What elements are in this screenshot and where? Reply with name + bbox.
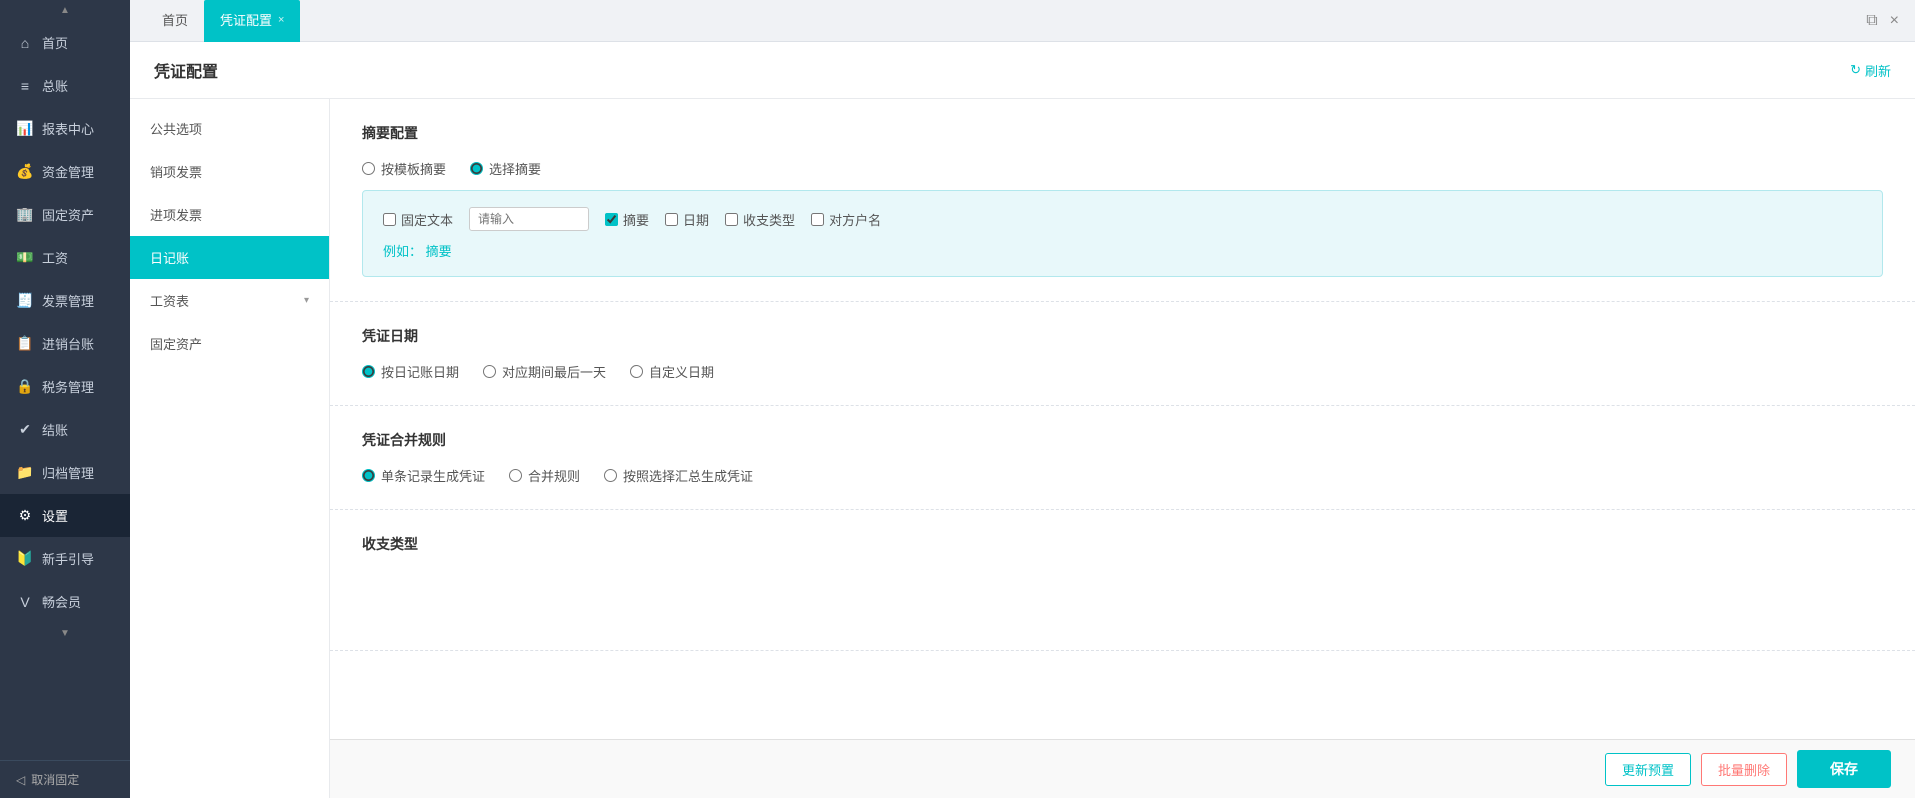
update-preview-button[interactable]: 更新预置 xyxy=(1605,753,1691,786)
tax-icon: 🔒 xyxy=(16,378,34,395)
merge-section: 凭证合并规则 单条记录生成凭证 合并规则 按照选择汇总生成凭证 xyxy=(330,406,1915,510)
funds-icon: 💰 xyxy=(16,163,34,180)
reports-icon: 📊 xyxy=(16,120,34,137)
sidebar-item-fixed-assets[interactable]: 🏢 固定资产 xyxy=(0,193,130,236)
sidebar-item-home[interactable]: ⌂ 首页 xyxy=(0,21,130,64)
checkbox-counterparty[interactable]: 对方户名 xyxy=(811,210,881,229)
sidebar-item-guide[interactable]: 🔰 新手引导 xyxy=(0,537,130,580)
sidebar-item-reports[interactable]: 📊 报表中心 xyxy=(0,107,130,150)
purchase-sales-icon: 📋 xyxy=(16,335,34,352)
income-type-section-title: 收支类型 xyxy=(362,534,1883,554)
archive-icon: 📁 xyxy=(16,464,34,481)
radio-merge-rule[interactable]: 合并规则 xyxy=(509,466,580,485)
radio-custom-date[interactable]: 自定义日期 xyxy=(630,362,714,381)
nav-item-payroll-table[interactable]: 工资表 ▾ xyxy=(130,279,329,322)
pin-icon: ◁ xyxy=(16,773,25,787)
page-header: 凭证配置 ↻ 刷新 xyxy=(130,42,1915,99)
checkbox-abstract[interactable]: 摘要 xyxy=(605,210,649,229)
cancel-pin-button[interactable]: ◁ 取消固定 xyxy=(0,760,130,798)
chevron-down-icon: ▾ xyxy=(304,295,309,306)
main-area: 首页 凭证配置 × ⧉ × 凭证配置 ↻ 刷新 公共选项 销项发票 进项 xyxy=(130,0,1915,798)
radio-select-abstract[interactable]: 选择摘要 xyxy=(470,159,541,178)
merge-radio-group: 单条记录生成凭证 合并规则 按照选择汇总生成凭证 xyxy=(362,466,1883,485)
radio-template-abstract[interactable]: 按模板摘要 xyxy=(362,159,446,178)
guide-icon: 🔰 xyxy=(16,550,34,567)
sidebar-item-tax[interactable]: 🔒 税务管理 xyxy=(0,365,130,408)
restore-button[interactable]: ⧉ xyxy=(1866,12,1877,30)
checkbox-fixed-text[interactable]: 固定文本 xyxy=(383,210,453,229)
nav-item-sales-invoice[interactable]: 销项发票 xyxy=(130,150,329,193)
page-title: 凭证配置 xyxy=(154,58,218,82)
window-controls: ⧉ × xyxy=(1866,12,1899,30)
radio-single-record[interactable]: 单条记录生成凭证 xyxy=(362,466,485,485)
sidebar-item-closing[interactable]: ✔ 结账 xyxy=(0,408,130,451)
settings-icon: ⚙ xyxy=(16,507,34,524)
invoice-mgmt-icon: 🧾 xyxy=(16,292,34,309)
sidebar-item-archive[interactable]: 📁 归档管理 xyxy=(0,451,130,494)
nav-item-fixed-assets[interactable]: 固定资产 xyxy=(130,322,329,365)
checkbox-date[interactable]: 日期 xyxy=(665,210,709,229)
sidebar-item-ledger[interactable]: ≡ 总账 xyxy=(0,64,130,107)
fixed-assets-icon: 🏢 xyxy=(16,206,34,223)
nav-item-journal[interactable]: 日记账 xyxy=(130,236,329,279)
home-icon: ⌂ xyxy=(16,35,34,51)
sidebar-scroll-down[interactable]: ▼ xyxy=(0,623,130,644)
date-section: 凭证日期 按日记账日期 对应期间最后一天 自定义日期 xyxy=(330,302,1915,406)
refresh-button[interactable]: ↻ 刷新 xyxy=(1850,61,1891,80)
sidebar-item-purchase-sales[interactable]: 📋 进销台账 xyxy=(0,322,130,365)
abstract-options-row: 固定文本 摘要 日期 收支类型 xyxy=(383,207,1862,231)
tab-home[interactable]: 首页 xyxy=(146,0,204,42)
bottom-bar: 更新预置 批量删除 保存 xyxy=(330,739,1915,798)
abstract-section: 摘要配置 按模板摘要 选择摘要 固定文本 xyxy=(330,99,1915,302)
refresh-icon: ↻ xyxy=(1850,62,1861,78)
save-button[interactable]: 保存 xyxy=(1797,750,1891,788)
radio-last-day[interactable]: 对应期间最后一天 xyxy=(483,362,606,381)
content-layout: 公共选项 销项发票 进项发票 日记账 工资表 ▾ 固定资产 摘要配置 xyxy=(130,99,1915,798)
abstract-preview: 例如： 摘要 xyxy=(383,241,1862,260)
tab-voucher-config[interactable]: 凭证配置 × xyxy=(204,0,300,42)
merge-section-title: 凭证合并规则 xyxy=(362,430,1883,450)
closing-icon: ✔ xyxy=(16,421,34,438)
close-button[interactable]: × xyxy=(1890,12,1899,30)
radio-summary[interactable]: 按照选择汇总生成凭证 xyxy=(604,466,753,485)
abstract-radio-group: 按模板摘要 选择摘要 xyxy=(362,159,1883,178)
sidebar-item-payroll[interactable]: 💵 工资 xyxy=(0,236,130,279)
abstract-section-title: 摘要配置 xyxy=(362,123,1883,143)
sidebar-item-settings[interactable]: ⚙ 设置 xyxy=(0,494,130,537)
income-type-section: 收支类型 xyxy=(330,510,1915,651)
batch-delete-button[interactable]: 批量删除 xyxy=(1701,753,1787,786)
tab-close-icon[interactable]: × xyxy=(278,14,284,26)
vip-icon: V xyxy=(16,594,34,610)
checkbox-income-type[interactable]: 收支类型 xyxy=(725,210,795,229)
date-radio-group: 按日记账日期 对应期间最后一天 自定义日期 xyxy=(362,362,1883,381)
abstract-config-box: 固定文本 摘要 日期 收支类型 xyxy=(362,190,1883,277)
sidebar-item-invoice-mgmt[interactable]: 🧾 发票管理 xyxy=(0,279,130,322)
nav-item-public[interactable]: 公共选项 xyxy=(130,107,329,150)
sidebar-scroll-up[interactable]: ▲ xyxy=(0,0,130,21)
ledger-icon: ≡ xyxy=(16,78,34,94)
payroll-icon: 💵 xyxy=(16,249,34,266)
nav-item-purchase-invoice[interactable]: 进项发票 xyxy=(130,193,329,236)
fixed-text-input[interactable] xyxy=(469,207,589,231)
tabbar: 首页 凭证配置 × ⧉ × xyxy=(130,0,1915,42)
right-content: 摘要配置 按模板摘要 选择摘要 固定文本 xyxy=(330,99,1915,798)
sidebar: ▲ ⌂ 首页 ≡ 总账 📊 报表中心 💰 资金管理 🏢 固定资产 💵 工资 🧾 … xyxy=(0,0,130,798)
radio-journal-date[interactable]: 按日记账日期 xyxy=(362,362,459,381)
sidebar-item-vip[interactable]: V 畅会员 xyxy=(0,580,130,623)
left-nav: 公共选项 销项发票 进项发票 日记账 工资表 ▾ 固定资产 xyxy=(130,99,330,798)
sidebar-item-funds[interactable]: 💰 资金管理 xyxy=(0,150,130,193)
date-section-title: 凭证日期 xyxy=(362,326,1883,346)
